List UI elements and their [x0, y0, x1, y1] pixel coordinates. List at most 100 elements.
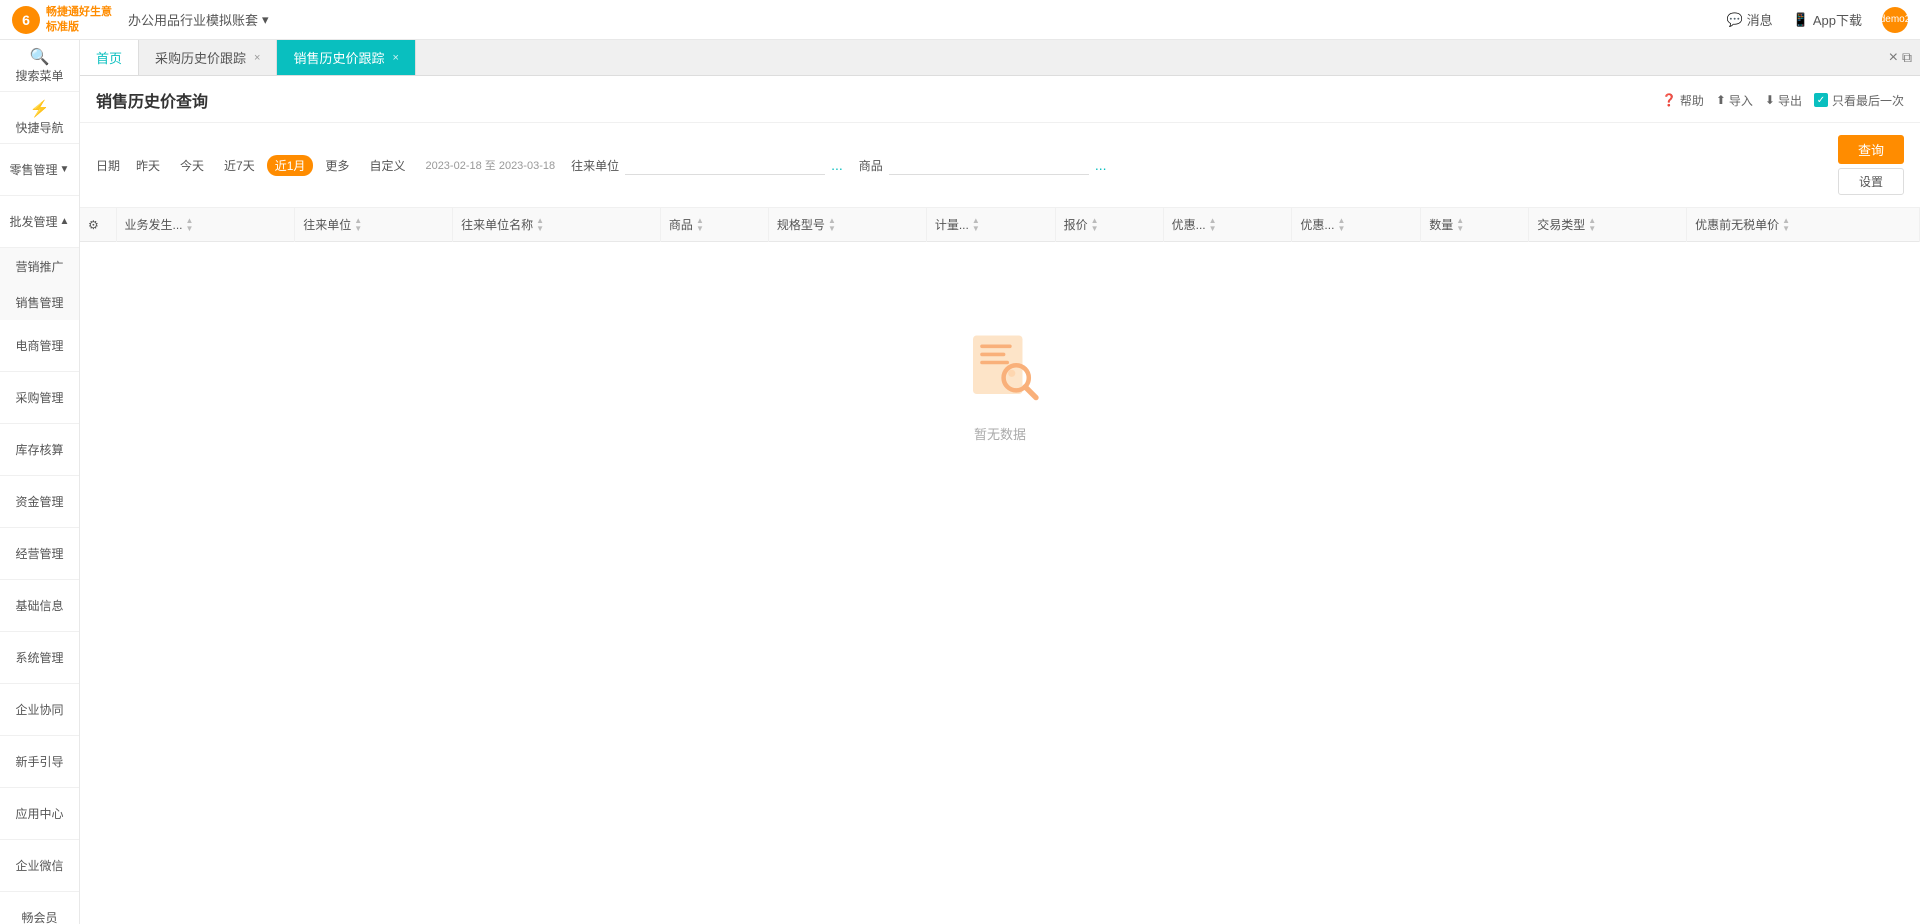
import-icon: ⬆	[1716, 93, 1726, 107]
shortcut-icon: ⚡	[30, 99, 50, 119]
page-header-actions: ❓ 帮助 ⬆ 导入 ⬇ 导出 ✓ 只看最后一次	[1662, 92, 1904, 109]
message-icon: 💬	[1726, 12, 1742, 28]
query-button[interactable]: 查询	[1838, 135, 1904, 164]
table-col-trade-type[interactable]: 交易类型 ▲▼	[1529, 208, 1687, 242]
content-area: 首页 采购历史价跟踪 × 销售历史价跟踪 × × ⧉ 销售历史价查询	[80, 40, 1920, 924]
import-button[interactable]: ⬆ 导入	[1716, 92, 1753, 109]
logo-icon: 6	[12, 6, 40, 34]
sidebar-item-inventory[interactable]: 库存核算	[0, 424, 79, 476]
table-col-partner-code[interactable]: 往来单位 ▲▼	[295, 208, 453, 242]
sidebar-item-shortcut[interactable]: ⚡ 快捷导航	[0, 92, 79, 144]
table-col-unit[interactable]: 计量... ▲▼	[926, 208, 1055, 242]
maximize-button[interactable]: ⧉	[1902, 49, 1912, 66]
table-col-goods[interactable]: 商品 ▲▼	[660, 208, 768, 242]
table-col-quantity[interactable]: 数量 ▲▼	[1421, 208, 1529, 242]
table-col-biz-date[interactable]: 业务发生... ▲▼	[116, 208, 295, 242]
main-layout: 🔍 搜索菜单 ⚡ 快捷导航 零售管理 ▼ 批发管理 ▲ 营销推广 销售管理 电商…	[0, 40, 1920, 924]
table-wrap: ⚙ 业务发生... ▲▼ 往来单位	[80, 208, 1920, 924]
goods-dots[interactable]: ...	[1095, 157, 1107, 173]
tab-bar: 首页 采购历史价跟踪 × 销售历史价跟踪 × × ⧉	[80, 40, 1920, 76]
purchase-tab-label: 采购历史价跟踪	[155, 48, 246, 67]
date-range-display: 2023-02-18 至 2023-03-18	[425, 157, 555, 173]
message-button[interactable]: 💬 消息	[1726, 10, 1772, 29]
sidebar: 🔍 搜索菜单 ⚡ 快捷导航 零售管理 ▼ 批发管理 ▲ 营销推广 销售管理 电商…	[0, 40, 80, 924]
tab-home[interactable]: 首页	[80, 40, 139, 75]
table-col-discount2[interactable]: 优惠... ▲▼	[1292, 208, 1421, 242]
sort-arrows-partner-code: ▲▼	[354, 217, 362, 233]
table-col-gear[interactable]: ⚙	[80, 208, 116, 242]
sidebar-item-basic[interactable]: 基础信息	[0, 580, 79, 632]
sidebar-item-purchase[interactable]: 采购管理	[0, 372, 79, 424]
avatar: demo2	[1882, 7, 1908, 33]
date-btn-more[interactable]: 更多	[317, 155, 357, 176]
sidebar-item-wechat[interactable]: 企业微信	[0, 840, 79, 892]
sort-arrows-pretax-price: ▲▼	[1782, 217, 1790, 233]
date-btn-last7[interactable]: 近7天	[216, 155, 263, 176]
only-last-checkbox[interactable]: ✓	[1814, 93, 1828, 107]
user-profile[interactable]: demo2	[1882, 7, 1908, 33]
sort-arrows-price: ▲▼	[1091, 217, 1099, 233]
dropdown-arrow-icon: ▾	[262, 12, 269, 28]
only-last-checkbox-wrap[interactable]: ✓ 只看最后一次	[1814, 92, 1904, 109]
table-col-spec[interactable]: 规格型号 ▲▼	[768, 208, 926, 242]
partner-input[interactable]	[625, 156, 825, 175]
date-btn-1month[interactable]: 近1月	[267, 155, 314, 176]
sidebar-item-finance[interactable]: 资金管理	[0, 476, 79, 528]
help-button[interactable]: ❓ 帮助	[1662, 92, 1704, 109]
tab-sales-close[interactable]: ×	[392, 52, 398, 64]
goods-label: 商品	[859, 157, 883, 174]
date-btn-custom[interactable]: 自定义	[361, 155, 413, 176]
only-last-label: 只看最后一次	[1832, 92, 1904, 109]
tab-purchase[interactable]: 采购历史价跟踪 ×	[139, 40, 277, 75]
sidebar-item-search[interactable]: 🔍 搜索菜单	[0, 40, 79, 92]
home-tab-label: 首页	[96, 48, 122, 67]
table-col-partner-name[interactable]: 往来单位名称 ▲▼	[453, 208, 661, 242]
sidebar-item-enterprise[interactable]: 企业协同	[0, 684, 79, 736]
goods-input[interactable]	[889, 156, 1089, 175]
logo-text: 畅捷通好生意 标准版	[46, 5, 112, 34]
date-options: 昨天 今天 近7天 近1月 更多 自定义	[128, 155, 413, 176]
logo: 6 畅捷通好生意 标准版	[12, 5, 112, 34]
tab-purchase-close[interactable]: ×	[254, 52, 260, 64]
date-btn-yesterday[interactable]: 昨天	[128, 155, 168, 176]
sort-arrows-quantity: ▲▼	[1456, 217, 1464, 233]
wholesale-expand-icon: ▲	[60, 216, 70, 227]
page-content: 销售历史价查询 ❓ 帮助 ⬆ 导入 ⬇ 导出 ✓	[80, 76, 1920, 924]
settings-button[interactable]: 设置	[1838, 168, 1904, 195]
filter-bar: 日期 昨天 今天 近7天 近1月 更多 自定义 2023-02-18 至 202…	[80, 123, 1920, 208]
sidebar-item-retail[interactable]: 零售管理 ▼	[0, 144, 79, 196]
sort-arrows-biz-date: ▲▼	[186, 217, 194, 233]
sidebar-item-member[interactable]: 畅会员	[0, 892, 79, 924]
empty-icon	[955, 322, 1045, 412]
empty-state: 暂无数据	[80, 242, 1920, 523]
help-icon: ❓	[1662, 93, 1677, 107]
partner-dots[interactable]: ...	[831, 157, 843, 173]
table-col-discount1[interactable]: 优惠... ▲▼	[1163, 208, 1292, 242]
sidebar-item-guide[interactable]: 新手引导	[0, 736, 79, 788]
sort-arrows-spec: ▲▼	[828, 217, 836, 233]
page-title: 销售历史价查询	[96, 88, 208, 112]
download-icon: 📱	[1793, 12, 1809, 28]
export-button[interactable]: ⬇ 导出	[1765, 92, 1802, 109]
gear-icon: ⚙	[88, 218, 99, 232]
sidebar-item-operations[interactable]: 经营管理	[0, 528, 79, 580]
sidebar-item-marketing[interactable]: 营销推广	[0, 248, 79, 284]
data-table: ⚙ 业务发生... ▲▼ 往来单位	[80, 208, 1920, 242]
sidebar-item-appstore[interactable]: 应用中心	[0, 788, 79, 840]
close-all-tabs-button[interactable]: ×	[1889, 49, 1898, 67]
table-col-price[interactable]: 报价 ▲▼	[1055, 208, 1163, 242]
filter-actions: 查询 设置	[1838, 135, 1904, 195]
search-icon: 🔍	[30, 47, 50, 67]
app-dropdown[interactable]: 办公用品行业模拟账套 ▾	[128, 10, 269, 29]
tab-sales[interactable]: 销售历史价跟踪 ×	[277, 40, 415, 75]
sidebar-item-sales-mgmt[interactable]: 销售管理	[0, 284, 79, 320]
sidebar-item-system[interactable]: 系统管理	[0, 632, 79, 684]
sidebar-item-ecommerce[interactable]: 电商管理	[0, 320, 79, 372]
partner-label: 往来单位	[571, 157, 619, 174]
table-col-pretax-price[interactable]: 优惠前无税单价 ▲▼	[1687, 208, 1920, 242]
date-btn-today[interactable]: 今天	[172, 155, 212, 176]
tab-bar-actions: × ⧉	[1881, 40, 1920, 75]
sort-arrows-discount1: ▲▼	[1209, 217, 1217, 233]
sidebar-item-wholesale[interactable]: 批发管理 ▲	[0, 196, 79, 248]
app-download-button[interactable]: 📱 App下载	[1793, 10, 1862, 29]
